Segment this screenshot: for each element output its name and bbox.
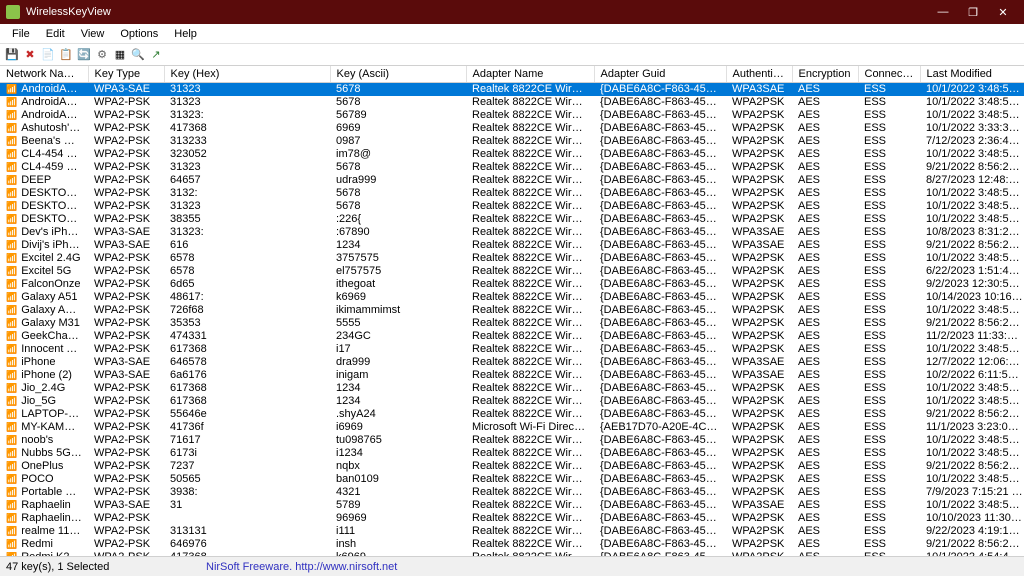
options-icon[interactable]: ⚙ bbox=[94, 47, 110, 63]
app-icon bbox=[6, 5, 20, 19]
col-header[interactable]: Network Name... bbox=[0, 66, 88, 83]
table-row[interactable]: Jio_2.4GWPA2-PSK6173681234Realtek 8822CE… bbox=[0, 382, 1024, 395]
table-row[interactable]: RedmiWPA2-PSK646976inshRealtek 8822CE Wi… bbox=[0, 538, 1024, 551]
table-row[interactable]: iPhone (2)WPA3-SAE6a6176inigamRealtek 88… bbox=[0, 369, 1024, 382]
table-row[interactable]: Galaxy M31WPA2-PSK353535555Realtek 8822C… bbox=[0, 317, 1024, 330]
table-row[interactable]: Excitel 2.4GWPA2-PSK65783757575Realtek 8… bbox=[0, 252, 1024, 265]
table-row[interactable]: iPhoneWPA3-SAE646578dra999Realtek 8822CE… bbox=[0, 356, 1024, 369]
copy-icon[interactable]: 📋 bbox=[58, 47, 74, 63]
save-icon[interactable]: 💾 bbox=[4, 47, 20, 63]
report-icon[interactable]: 📄 bbox=[40, 47, 56, 63]
table-row[interactable]: Excitel 5GWPA2-PSK6578el757575Realtek 88… bbox=[0, 265, 1024, 278]
menu-options[interactable]: Options bbox=[112, 26, 166, 42]
col-header[interactable]: Authentication bbox=[726, 66, 792, 83]
statusbar: 47 key(s), 1 Selected NirSoft Freeware. … bbox=[0, 556, 1024, 576]
table-row[interactable]: realme 11 Pro 5GWPA2-PSK313131i111Realte… bbox=[0, 525, 1024, 538]
table-row[interactable]: AndroidAP_4923WPA2-PSK313235678Realtek 8… bbox=[0, 96, 1024, 109]
table-row[interactable]: Jio_5GWPA2-PSK6173681234Realtek 8822CE W… bbox=[0, 395, 1024, 408]
menu-edit[interactable]: Edit bbox=[38, 26, 73, 42]
table-row[interactable]: Nubbs 5GHzWPA2-PSK6173ii1234Realtek 8822… bbox=[0, 447, 1024, 460]
col-header[interactable]: Adapter Guid bbox=[594, 66, 726, 83]
table-row[interactable]: Portable HotspotWPA2-PSK3938:4321Realtek… bbox=[0, 486, 1024, 499]
table-row[interactable]: Galaxy A71B224WPA2-PSK726f68ikimammimstR… bbox=[0, 304, 1024, 317]
col-header[interactable]: Connection Ty... bbox=[858, 66, 920, 83]
table-row[interactable]: OnePlusWPA2-PSK7237nqbxRealtek 8822CE Wi… bbox=[0, 460, 1024, 473]
table-row[interactable]: AndroidAP_4573WPA3-SAE313235678Realtek 8… bbox=[0, 83, 1024, 96]
col-header[interactable]: Last Modified bbox=[920, 66, 1024, 83]
table-row[interactable]: Redmi K20 ProWPA2-PSK417368k6969Realtek … bbox=[0, 551, 1024, 557]
table-row[interactable]: Ashutosh's Rapha...WPA2-PSK4173686969Rea… bbox=[0, 122, 1024, 135]
table-row[interactable]: Galaxy A51WPA2-PSK48617:k6969Realtek 882… bbox=[0, 291, 1024, 304]
menu-help[interactable]: Help bbox=[166, 26, 205, 42]
table-row[interactable]: DEEPWPA2-PSK64657udra999Realtek 8822CE W… bbox=[0, 174, 1024, 187]
col-header[interactable]: Encryption bbox=[792, 66, 858, 83]
branding: NirSoft Freeware. http://www.nirsoft.net bbox=[206, 561, 397, 573]
table-row[interactable]: AndroidAP_5204WPA2-PSK31323:56789Realtek… bbox=[0, 109, 1024, 122]
maximize-button[interactable]: ❐ bbox=[958, 1, 988, 23]
keys-table[interactable]: Network Name...Key TypeKey (Hex)Key (Asc… bbox=[0, 66, 1024, 556]
table-row[interactable]: Beena's Galaxy F2...WPA2-PSK3132330987Re… bbox=[0, 135, 1024, 148]
table-header-row: Network Name...Key TypeKey (Hex)Key (Asc… bbox=[0, 66, 1024, 83]
table-row[interactable]: Divij's iPhoneWPA3-SAE6161234Realtek 882… bbox=[0, 239, 1024, 252]
table-row[interactable]: POCOWPA2-PSK50565ban0109Realtek 8822CE W… bbox=[0, 473, 1024, 486]
menu-view[interactable]: View bbox=[73, 26, 113, 42]
table-row[interactable]: RaphaelinWPA3-SAE315789Realtek 8822CE Wi… bbox=[0, 499, 1024, 512]
titlebar: WirelessKeyView — ❐ ✕ bbox=[0, 0, 1024, 24]
col-header[interactable]: Key (Ascii) bbox=[330, 66, 466, 83]
table-row[interactable]: Innocent To Wo B...WPA2-PSK617368i17Real… bbox=[0, 343, 1024, 356]
refresh-icon[interactable]: 🔄 bbox=[76, 47, 92, 63]
table-row[interactable]: DESKTOP-7LPFA72...WPA2-PSK3132:5678Realt… bbox=[0, 187, 1024, 200]
toolbar: 💾✖📄📋🔄⚙▦🔍↗ bbox=[0, 44, 1024, 66]
table-container[interactable]: Network Name...Key TypeKey (Hex)Key (Asc… bbox=[0, 66, 1024, 556]
col-header[interactable]: Key Type bbox=[88, 66, 164, 83]
table-row[interactable]: CL4-459 2606WPA2-PSK313235678Realtek 882… bbox=[0, 161, 1024, 174]
delete-icon[interactable]: ✖ bbox=[22, 47, 38, 63]
export-icon[interactable]: ↗ bbox=[148, 47, 164, 63]
col-header[interactable]: Adapter Name bbox=[466, 66, 594, 83]
table-row[interactable]: DESKTOP-VORHM...WPA2-PSK38355:226{Realte… bbox=[0, 213, 1024, 226]
menu-file[interactable]: File bbox=[4, 26, 38, 42]
menubar: FileEditViewOptionsHelp bbox=[0, 24, 1024, 44]
table-row[interactable]: noob'sWPA2-PSK71617tu098765Realtek 8822C… bbox=[0, 434, 1024, 447]
col-header[interactable]: Key (Hex) bbox=[164, 66, 330, 83]
window-title: WirelessKeyView bbox=[26, 6, 111, 18]
minimize-button[interactable]: — bbox=[928, 1, 958, 23]
table-row[interactable]: Dev's iPhoneWPA3-SAE31323::67890Realtek … bbox=[0, 226, 1024, 239]
table-row[interactable]: Raphaelin's Repla...WPA2-PSK96969Realtek… bbox=[0, 512, 1024, 525]
table-row[interactable]: FalconOnzeWPA2-PSK6d65ithegoatRealtek 88… bbox=[0, 278, 1024, 291]
branding-link[interactable]: http://www.nirsoft.net bbox=[295, 561, 397, 573]
table-row[interactable]: GeekChampWPA2-PSK474331234GCRealtek 8822… bbox=[0, 330, 1024, 343]
table-row[interactable]: DESKTOP-AOE972...WPA2-PSK313235678Realte… bbox=[0, 200, 1024, 213]
table-row[interactable]: CL4-454 6642WPA2-PSK323052im78@Realtek 8… bbox=[0, 148, 1024, 161]
qr-icon[interactable]: ▦ bbox=[112, 47, 128, 63]
find-icon[interactable]: 🔍 bbox=[130, 47, 146, 63]
table-row[interactable]: MY-KAMPUTTARWPA2-PSK41736fi6969Microsoft… bbox=[0, 421, 1024, 434]
status-text: 47 key(s), 1 Selected bbox=[6, 561, 206, 573]
table-row[interactable]: LAPTOP-J3LG2QH...WPA2-PSK55646e.shyA24Re… bbox=[0, 408, 1024, 421]
close-button[interactable]: ✕ bbox=[988, 1, 1018, 23]
